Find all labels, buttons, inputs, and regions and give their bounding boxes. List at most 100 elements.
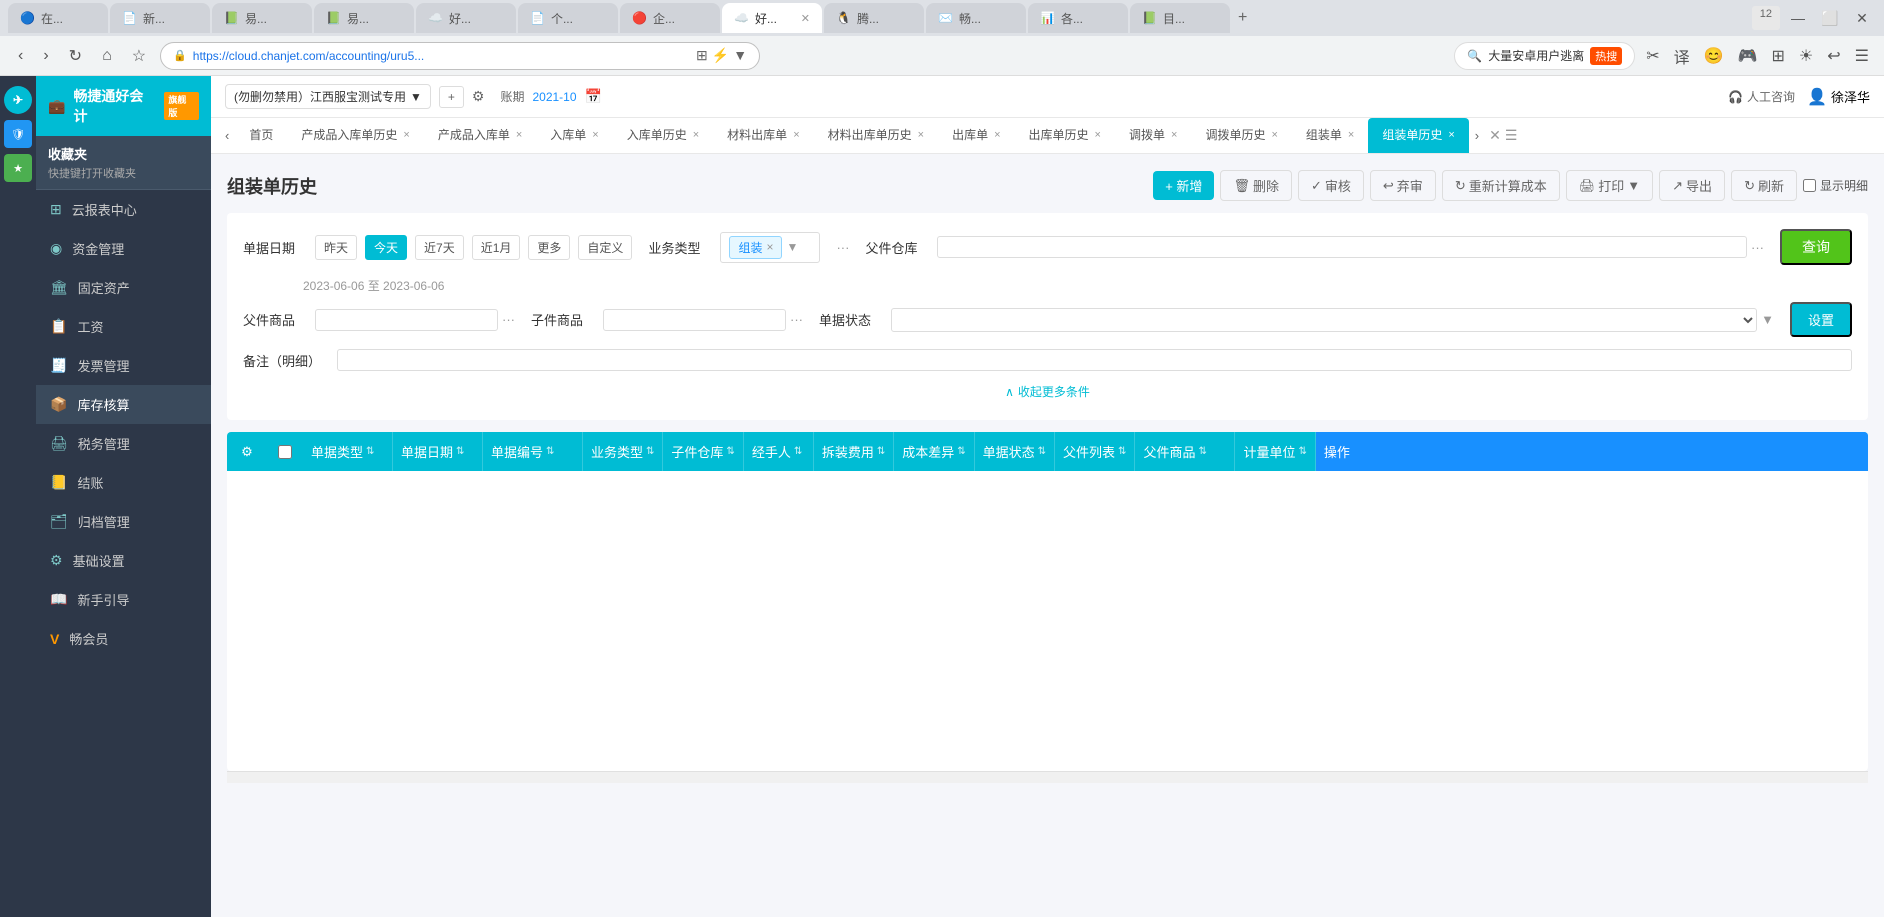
horizontal-scrollbar[interactable] [227,771,1868,783]
tab-close-8[interactable]: ✕ [801,12,810,25]
tab-close-production-inbound-history[interactable]: × [403,129,409,141]
date-more[interactable]: 更多 [528,235,570,260]
window-minimize[interactable]: — [1784,6,1812,30]
browser-tab-11[interactable]: 📊 各... [1028,3,1128,33]
tab-close-outbound[interactable]: × [994,129,1000,141]
parent-warehouse-more[interactable]: ··· [1751,240,1764,255]
tabs-more-icon[interactable]: ☰ [1505,127,1518,144]
menu-icon[interactable]: ☰ [1852,43,1872,69]
th-parent-item[interactable]: 父件商品 ⇅ [1135,432,1235,471]
th-business-type-sort[interactable]: ⇅ [646,446,654,457]
th-settings[interactable]: ⚙ [227,444,267,460]
flash-icon[interactable]: ⚡ [712,47,729,64]
delete-button[interactable]: 🗑 删除 [1220,170,1292,201]
display-detail-label[interactable]: 显示明细 [1803,177,1868,194]
forward-button[interactable]: › [37,43,54,69]
th-order-type-sort[interactable]: ⇅ [366,446,374,457]
tab-inbound-history[interactable]: 入库单历史 × [613,118,713,153]
th-unit-sort[interactable]: ⇅ [1298,446,1306,457]
window-maximize[interactable]: ⬜ [1816,6,1844,30]
tab-close-inbound[interactable]: × [592,129,598,141]
browser-tab-4[interactable]: 📗 易... [314,3,414,33]
th-disassembly-cost[interactable]: 拆装费用 ⇅ [814,432,894,471]
tab-assembly[interactable]: 组装单 × [1292,118,1368,153]
search-bar[interactable]: 🔍 大量安卓用户逃离 热搜 [1454,42,1635,70]
review-button[interactable]: ✓ 审核 [1298,170,1364,201]
business-type-field[interactable]: 组装 × ▼ [720,232,820,263]
select-all-checkbox[interactable] [278,445,292,459]
collapse-button[interactable]: ∧ 收起更多条件 [1005,383,1090,400]
date-today[interactable]: 今天 [365,235,407,260]
browser-tab-9[interactable]: 🐧 腾... [824,3,924,33]
browser-tab-5[interactable]: ☁️ 好... [416,3,516,33]
th-checkbox[interactable] [267,445,303,459]
sun-icon[interactable]: ☀ [1796,43,1816,69]
display-detail-checkbox[interactable] [1803,179,1816,192]
th-business-type[interactable]: 业务类型 ⇅ [583,432,663,471]
th-order-status[interactable]: 单据状态 ⇅ [975,432,1055,471]
th-parent-item-sort[interactable]: ⇅ [1198,446,1206,457]
bookmark-button[interactable]: ☆ [126,42,152,70]
game-icon[interactable]: 🎮 [1735,43,1761,69]
add-button[interactable]: + 新增 [1153,171,1214,200]
tab-inbound[interactable]: 入库单 × [536,118,612,153]
calendar-icon[interactable]: 📅 [585,88,602,105]
address-bar[interactable]: 🔒 https://cloud.chanjet.com/accounting/u… [160,42,760,70]
tab-production-inbound-history[interactable]: 产成品入库单历史 × [287,118,423,153]
qr-icon[interactable]: ⊞ [696,47,708,64]
tab-close-assembly-history[interactable]: × [1448,129,1454,141]
dropdown-icon[interactable]: ▼ [733,47,747,64]
browser-tab-1[interactable]: 🔵 在... [8,3,108,33]
sidebar-item-invoice[interactable]: 🧾 发票管理 [36,346,211,385]
parent-warehouse-input[interactable] [937,236,1747,258]
th-parent-list[interactable]: 父件列表 ⇅ [1055,432,1135,471]
tab-close-transfer[interactable]: × [1171,129,1177,141]
export-button[interactable]: ↗ 导出 [1659,170,1725,201]
print-button[interactable]: 🖨 打印 ▼ [1566,170,1653,201]
settings-gear-icon[interactable]: ⚙ [472,88,485,105]
sidebar-item-guide[interactable]: 📖 新手引导 [36,580,211,619]
th-order-date[interactable]: 单据日期 ⇅ [393,432,483,471]
th-handler[interactable]: 经手人 ⇅ [744,432,814,471]
parent-item-input[interactable] [315,309,498,331]
tabs-scroll-left[interactable]: ‹ [219,124,235,147]
th-order-type[interactable]: 单据类型 ⇅ [303,432,393,471]
date-custom[interactable]: 自定义 [578,235,632,260]
parent-item-more[interactable]: ··· [502,312,515,327]
th-order-status-sort[interactable]: ⇅ [1038,446,1046,457]
emoji-icon[interactable]: 😊 [1701,43,1727,69]
period-value[interactable]: 2021-10 [532,90,576,104]
th-child-warehouse[interactable]: 子件仓库 ⇅ [663,432,743,471]
company-selector[interactable]: (勿删勿禁用）江西服宝测试专用 ▼ [225,84,431,109]
tab-close-transfer-history[interactable]: × [1271,129,1277,141]
recalculate-button[interactable]: ↻ 重新计算成本 [1442,170,1560,201]
sidebar-item-tax[interactable]: 🖨 税务管理 [36,424,211,463]
new-tab-button[interactable]: + [1232,9,1253,27]
home-button[interactable]: ⌂ [96,43,118,69]
tab-production-inbound[interactable]: 产成品入库单 × [424,118,536,153]
tab-close-inbound-history[interactable]: × [693,129,699,141]
tab-material-outbound[interactable]: 材料出库单 × [713,118,813,153]
th-cost-diff-sort[interactable]: ⇅ [957,446,965,457]
business-type-dropdown[interactable]: ▼ [786,240,798,254]
tab-transfer[interactable]: 调拨单 × [1115,118,1191,153]
tabs-scroll-right[interactable]: › [1469,124,1485,147]
service-button[interactable]: 🎧 人工咨询 [1728,88,1795,105]
window-close[interactable]: ✕ [1848,6,1876,30]
app-logo-icon[interactable]: ✈ [4,86,32,114]
sidebar-item-settings[interactable]: ⚙ 基础设置 [36,541,211,580]
browser-tab-6[interactable]: 📄 个... [518,3,618,33]
browser-tab-2[interactable]: 📄 新... [110,3,210,33]
refresh-button[interactable]: ↻ [63,42,88,70]
browser-tab-3[interactable]: 📗 易... [212,3,312,33]
th-disassembly-cost-sort[interactable]: ⇅ [877,446,885,457]
sidebar-item-cloud-reports[interactable]: ⊞ 云报表中心 [36,190,211,229]
tab-close-outbound-history[interactable]: × [1095,129,1101,141]
child-item-more[interactable]: ··· [790,312,803,327]
business-type-tag-close[interactable]: × [766,240,773,254]
sidebar-item-member[interactable]: V 畅会员 [36,619,211,658]
th-child-warehouse-sort[interactable]: ⇅ [726,446,734,457]
add-company-button[interactable]: + [439,86,464,108]
tab-material-outbound-history[interactable]: 材料出库单历史 × [814,118,938,153]
sidebar-item-archive[interactable]: 🗂 归档管理 [36,502,211,541]
